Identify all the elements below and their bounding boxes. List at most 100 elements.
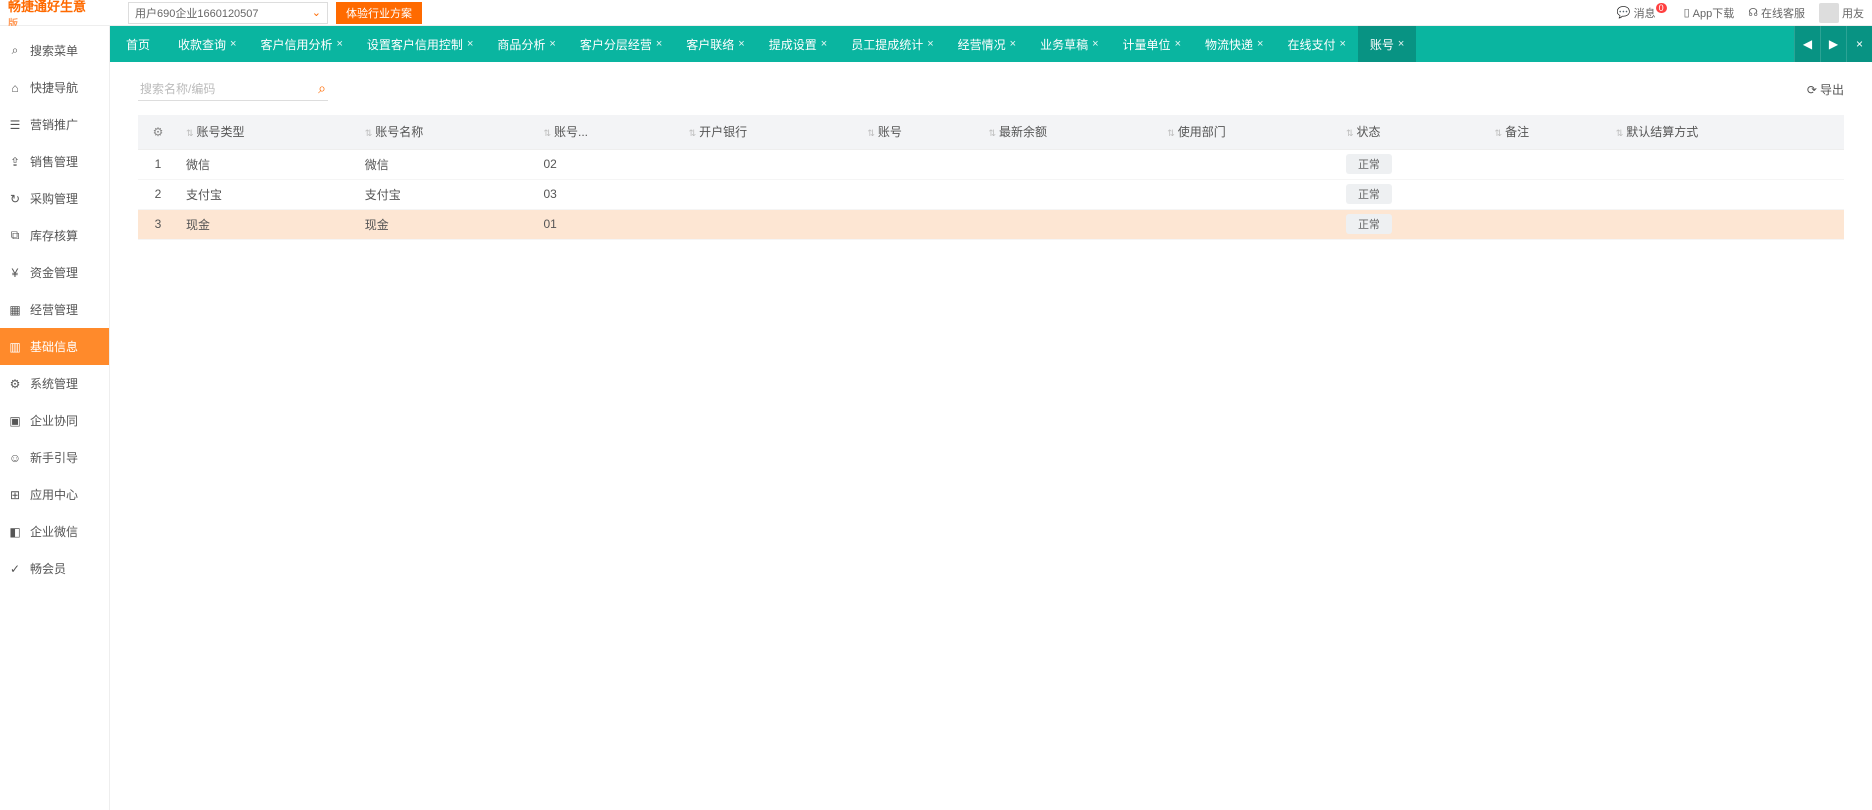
column-header[interactable]: ⇅使用部门 (1159, 115, 1338, 149)
close-icon[interactable]: × (1339, 38, 1345, 50)
tab[interactable]: 客户联络× (674, 26, 756, 62)
nav-icon: ⇪ (8, 155, 22, 169)
sidebar-item[interactable]: ▣企业协同 (0, 402, 109, 439)
sidebar-item[interactable]: ☺新手引导 (0, 439, 109, 476)
tab[interactable]: 业务草稿× (1028, 26, 1110, 62)
sidebar-item-label: 新手引导 (30, 449, 78, 466)
tab-home[interactable]: 首页 (110, 26, 166, 62)
tab[interactable]: 设置客户信用控制× (355, 26, 485, 62)
tab[interactable]: 在线支付× (1275, 26, 1357, 62)
message-badge: 0 (1656, 3, 1667, 13)
sidebar-item-label: 销售管理 (30, 153, 78, 170)
column-header[interactable]: ⇅状态 (1338, 115, 1487, 149)
tab[interactable]: 商品分析× (485, 26, 567, 62)
search-input[interactable] (138, 78, 328, 101)
trial-button[interactable]: 体验行业方案 (336, 2, 422, 24)
sidebar-item[interactable]: ✓畅会员 (0, 550, 109, 587)
column-header[interactable]: ⇅默认结算方式 (1608, 115, 1844, 149)
table-row[interactable]: 3现金现金01正常 (138, 209, 1844, 239)
close-icon[interactable]: × (656, 38, 662, 50)
sidebar-item-label: 库存核算 (30, 227, 78, 244)
sidebar-item-label: 企业微信 (30, 523, 78, 540)
phone-icon: ▯ (1684, 6, 1690, 19)
close-icon[interactable]: × (1092, 38, 1098, 50)
sidebar-item[interactable]: ⇪ 销售管理 (0, 143, 109, 180)
tab[interactable]: 收款查询× (166, 26, 248, 62)
tab[interactable]: 客户分层经营× (568, 26, 674, 62)
sidebar-item[interactable]: ⌕ 搜索菜单 (0, 32, 109, 69)
user-menu[interactable]: 用友 (1819, 3, 1864, 23)
column-header[interactable]: ⇅备注 (1487, 115, 1608, 149)
nav-icon: ▥ (8, 340, 22, 354)
sort-icon: ⇅ (365, 128, 373, 138)
tab[interactable]: 员工提成统计× (839, 26, 945, 62)
top-bar: 畅捷通好生意 版 用户690企业1660120507 ⌄ 体验行业方案 💬 消息… (0, 0, 1872, 26)
tab-account[interactable]: 账号× (1358, 26, 1416, 62)
nav-icon: ⊞ (8, 488, 22, 502)
sidebar-item-label: 搜索菜单 (30, 42, 78, 59)
messages-link[interactable]: 💬 消息 0 (1617, 5, 1670, 21)
column-header[interactable]: ⇅最新余额 (981, 115, 1160, 149)
sidebar-item-label: 应用中心 (30, 486, 78, 503)
close-icon[interactable]: × (549, 38, 555, 50)
close-icon[interactable]: × (821, 38, 827, 50)
sidebar-item[interactable]: ▥ 基础信息 (0, 328, 109, 365)
settings-column[interactable]: ⚙ (138, 115, 178, 149)
message-icon: 💬 (1617, 6, 1631, 19)
avatar-icon (1819, 3, 1839, 23)
export-button[interactable]: ⟳ 导出 (1807, 81, 1844, 98)
sort-icon: ⇅ (1495, 128, 1503, 138)
close-icon[interactable]: × (230, 38, 236, 50)
sidebar-item[interactable]: ⌂快捷导航 (0, 69, 109, 106)
tab[interactable]: 计量单位× (1111, 26, 1193, 62)
app-download-link[interactable]: ▯ App下载 (1684, 5, 1735, 21)
tab[interactable]: 提成设置× (757, 26, 839, 62)
headset-icon: ☊ (1748, 6, 1758, 19)
sidebar-item[interactable]: ⚙系统管理 (0, 365, 109, 402)
tab[interactable]: 客户信用分析× (248, 26, 354, 62)
sort-icon: ⇅ (867, 128, 875, 138)
support-link[interactable]: ☊ 在线客服 (1748, 5, 1805, 21)
sidebar-item[interactable]: ¥资金管理 (0, 254, 109, 291)
column-header[interactable]: ⇅账号 (859, 115, 980, 149)
sidebar-item-label: 畅会员 (30, 560, 66, 577)
sort-icon: ⇅ (1346, 128, 1354, 138)
sidebar-item[interactable]: ▦经营管理 (0, 291, 109, 328)
tab[interactable]: 物流快递× (1193, 26, 1275, 62)
nav-icon: ⌕ (8, 44, 22, 58)
sidebar-item[interactable]: ⊞ 应用中心 (0, 476, 109, 513)
sort-icon: ⇅ (543, 128, 551, 138)
nav-icon: ¥ (8, 266, 22, 280)
sidebar-item-label: 企业协同 (30, 412, 78, 429)
column-header[interactable]: ⇅账号... (535, 115, 680, 149)
close-icon[interactable]: × (1175, 38, 1181, 50)
sidebar-item[interactable]: ⧉库存核算 (0, 217, 109, 254)
sort-icon: ⇅ (186, 128, 194, 138)
sidebar-item[interactable]: ☰营销推广 (0, 106, 109, 143)
close-icon[interactable]: × (738, 38, 744, 50)
close-icon[interactable]: × (1010, 38, 1016, 50)
close-icon[interactable]: × (1257, 38, 1263, 50)
column-header[interactable]: ⇅账号名称 (357, 115, 536, 149)
tab-scroll-right[interactable]: ▶ (1820, 26, 1846, 62)
close-icon[interactable]: × (336, 38, 342, 50)
sidebar-item-label: 系统管理 (30, 375, 78, 392)
table-row[interactable]: 2支付宝支付宝03正常 (138, 179, 1844, 209)
close-icon[interactable]: × (927, 38, 933, 50)
tab-scroll-left[interactable]: ◀ (1794, 26, 1820, 62)
sidebar-item-label: 快捷导航 (30, 79, 78, 96)
sidebar-item-label: 基础信息 (30, 338, 78, 355)
table-row[interactable]: 1微信微信02正常 (138, 149, 1844, 179)
close-icon[interactable]: × (467, 38, 473, 50)
column-header[interactable]: ⇅账号类型 (178, 115, 357, 149)
tab-close-all[interactable]: × (1846, 26, 1872, 62)
tab[interactable]: 经营情况× (946, 26, 1028, 62)
entity-select[interactable]: 用户690企业1660120507 ⌄ (128, 2, 328, 24)
sidebar-item[interactable]: ↻采购管理 (0, 180, 109, 217)
chevron-down-icon: ⌄ (312, 6, 321, 19)
column-header[interactable]: ⇅开户银行 (681, 115, 860, 149)
sidebar-item-label: 采购管理 (30, 190, 78, 207)
close-icon[interactable]: × (1398, 38, 1404, 50)
search-icon[interactable]: ⌕ (318, 80, 326, 97)
sidebar-item[interactable]: ◧企业微信 (0, 513, 109, 550)
